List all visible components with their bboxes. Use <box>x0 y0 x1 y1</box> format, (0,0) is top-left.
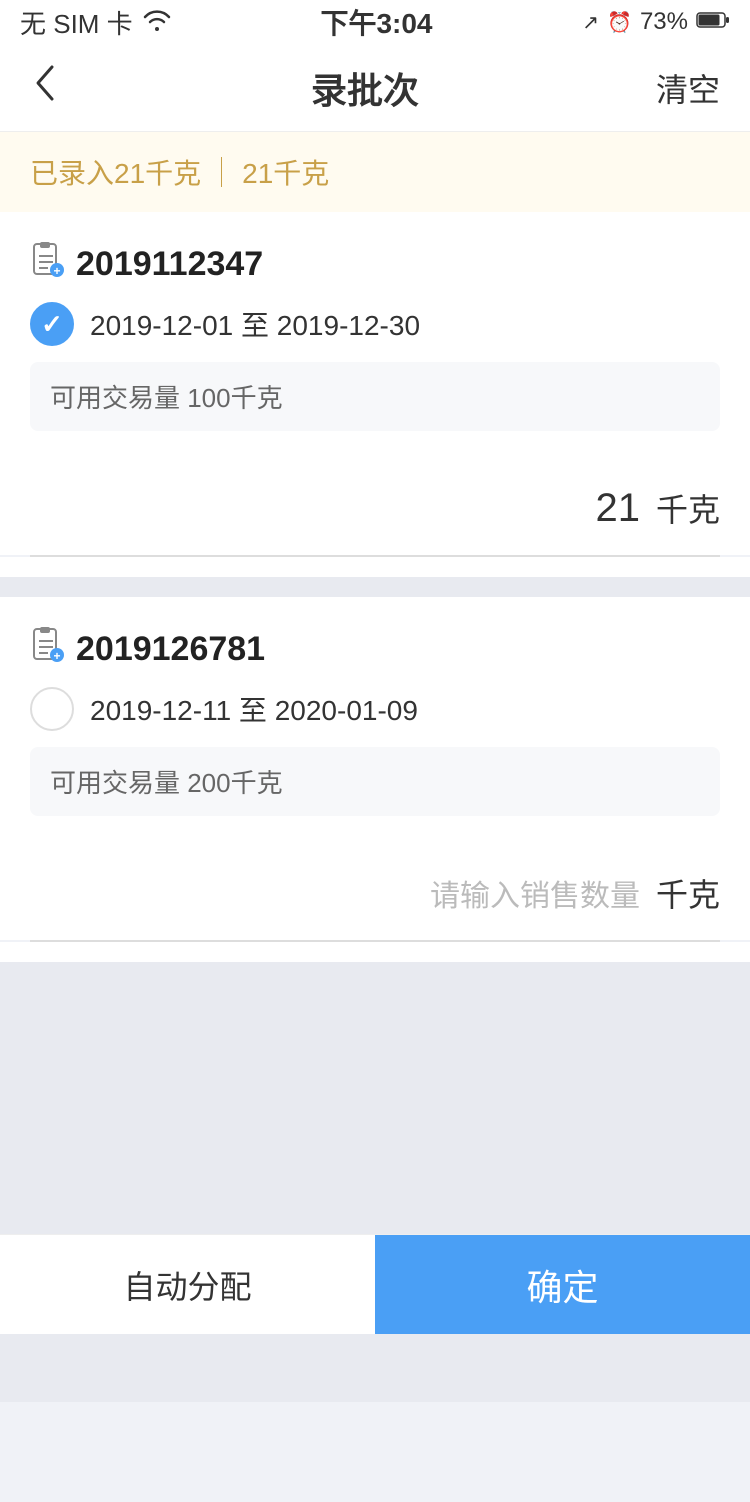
batch-2-icon: + <box>30 627 66 671</box>
batch-2-radio[interactable] <box>30 687 74 731</box>
batch-2-qty-box: 可用交易量 200千克 <box>30 747 720 816</box>
auto-distribute-button[interactable]: 自动分配 <box>0 1235 375 1334</box>
section-separator-2 <box>0 962 750 982</box>
batch-item-1: + 2019112347 2019-12-01 至 2019-12-30 可用交… <box>0 212 750 461</box>
status-right: ↗ ⏰ 73% <box>582 8 730 36</box>
batch-2-spacer <box>0 942 750 962</box>
batch-2-id: 2019126781 <box>76 630 265 669</box>
section-separator <box>0 577 750 597</box>
clear-button[interactable]: 清空 <box>640 65 720 111</box>
batch-2-header: + 2019126781 <box>30 627 720 671</box>
batch-1-id: 2019112347 <box>76 245 263 284</box>
back-button[interactable] <box>30 59 90 117</box>
status-bar: 无 SIM 卡 下午3:04 ↗ ⏰ 73% <box>0 0 750 44</box>
empty-area <box>0 982 750 1402</box>
page-title: 录批次 <box>311 62 419 114</box>
batch-1-date-row: 2019-12-01 至 2019-12-30 <box>30 302 720 346</box>
recorded-amount: 已录入21千克 <box>30 152 201 192</box>
nav-bar: 录批次 清空 <box>0 44 750 132</box>
carrier-text: 无 SIM 卡 <box>20 4 133 41</box>
status-time: 下午3:04 <box>320 2 432 42</box>
alarm-icon: ⏰ <box>607 10 632 35</box>
svg-text:+: + <box>53 649 60 663</box>
info-divider <box>221 157 222 187</box>
svg-text:+: + <box>53 264 60 278</box>
batch-1-qty-label: 可用交易量 100千克 <box>50 383 283 413</box>
batch-2-input-row[interactable]: 请输入销售数量 千克 <box>0 846 750 940</box>
batch-1-date: 2019-12-01 至 2019-12-30 <box>90 304 420 344</box>
batch-2-date-row: 2019-12-11 至 2020-01-09 <box>30 687 720 731</box>
batch-1-quantity[interactable]: 21 <box>595 486 640 531</box>
battery-icon <box>696 8 730 36</box>
bottom-bar: 自动分配 确定 <box>0 1234 750 1334</box>
batch-1-unit: 千克 <box>656 485 720 531</box>
wifi-icon <box>143 7 171 38</box>
batch-1-header: + 2019112347 <box>30 242 720 286</box>
batch-1-spacer <box>0 557 750 577</box>
batch-1-icon: + <box>30 242 66 286</box>
batch-item-2: + 2019126781 2019-12-11 至 2020-01-09 可用交… <box>0 597 750 846</box>
location-icon: ↗ <box>582 10 599 35</box>
bottom-spacer <box>0 1402 750 1502</box>
batch-1-radio[interactable] <box>30 302 74 346</box>
info-banner: 已录入21千克 21千克 <box>0 132 750 212</box>
confirm-button[interactable]: 确定 <box>375 1235 750 1334</box>
batch-1-input-row: 21 千克 <box>0 461 750 555</box>
batch-2-input-placeholder[interactable]: 请输入销售数量 <box>430 871 640 915</box>
batch-2-qty-label: 可用交易量 200千克 <box>50 768 283 798</box>
status-left: 无 SIM 卡 <box>20 4 171 41</box>
total-amount: 21千克 <box>242 152 329 192</box>
batch-2-date: 2019-12-11 至 2020-01-09 <box>90 689 418 729</box>
batch-2-unit: 千克 <box>656 870 720 916</box>
batch-1-qty-box: 可用交易量 100千克 <box>30 362 720 431</box>
battery-text: 73% <box>640 8 688 36</box>
